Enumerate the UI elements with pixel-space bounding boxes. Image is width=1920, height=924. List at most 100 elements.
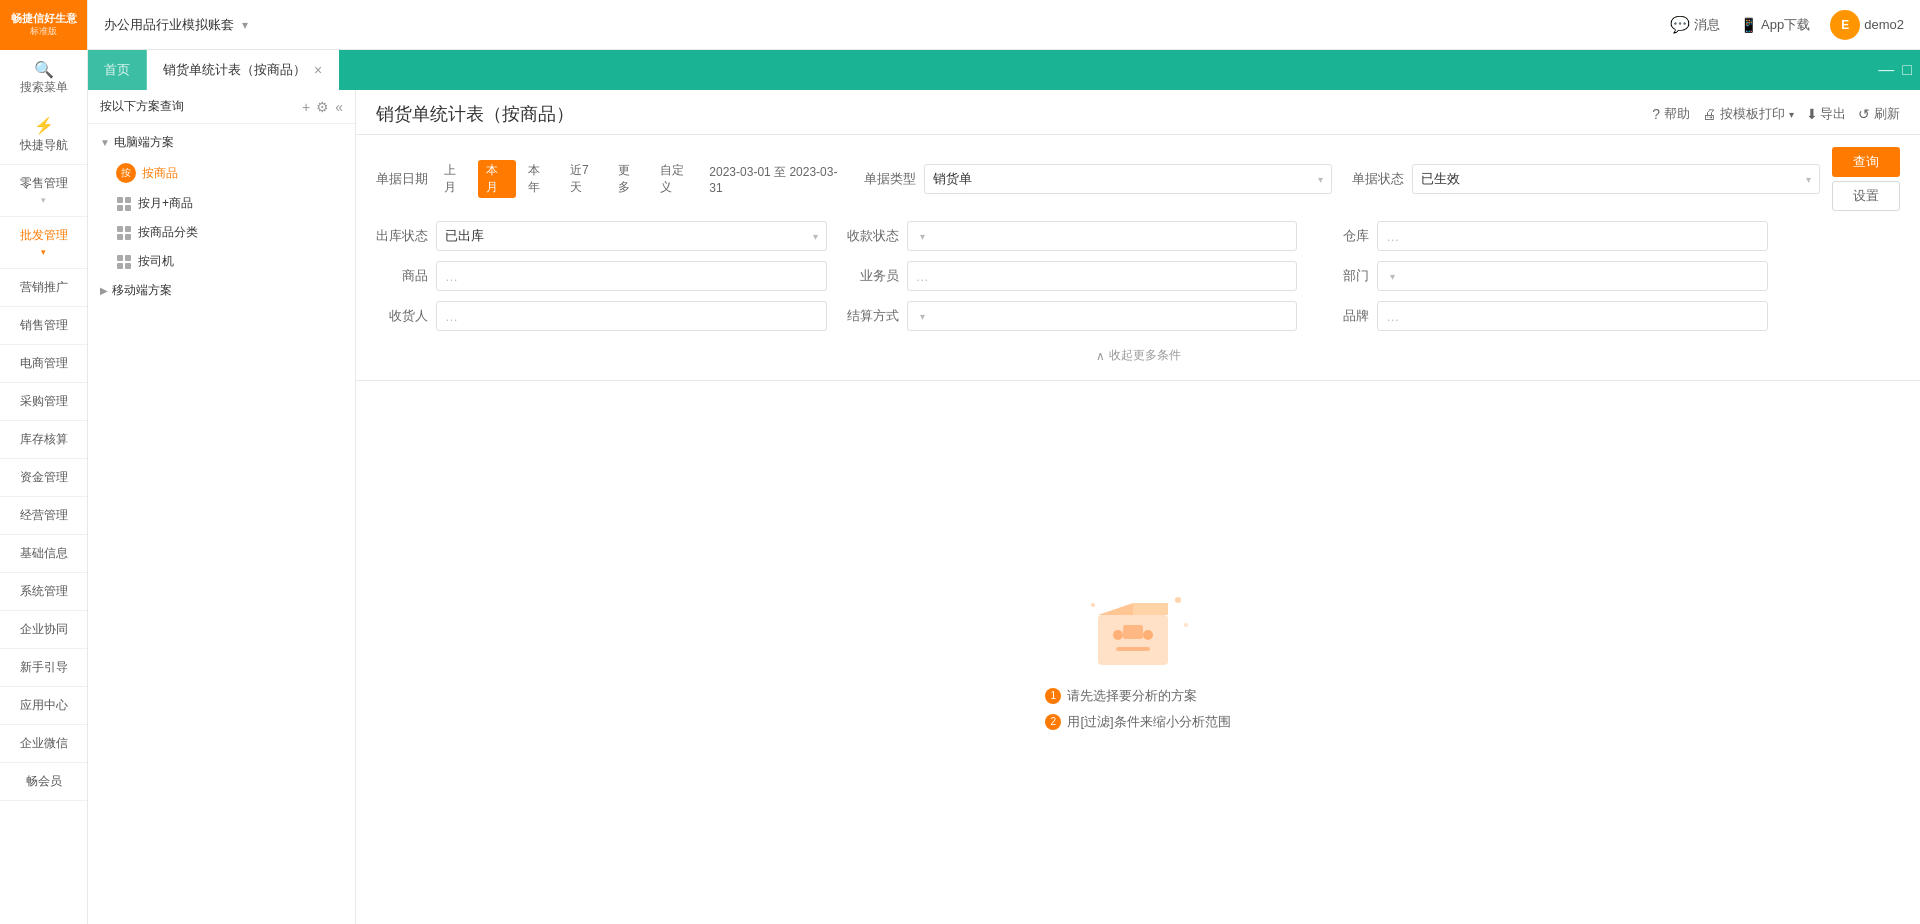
export-label: 导出 [1820, 105, 1846, 123]
step-2-number: 2 [1045, 714, 1061, 730]
tree-desktop-parent[interactable]: ▼ 电脑端方案 [88, 128, 355, 157]
tab-maximize-icon[interactable]: □ [1902, 61, 1912, 79]
by-category-icon [116, 225, 132, 241]
svg-rect-9 [125, 255, 131, 261]
sidebar-item-enterprise[interactable]: 企业协同 [0, 611, 87, 649]
sidebar-item-newbie[interactable]: 新手引导 [0, 649, 87, 687]
department-input[interactable]: ▾ [1377, 261, 1768, 291]
app-logo[interactable]: 畅捷信好生意 标准版 [0, 0, 87, 50]
sidebar-item-appcenter[interactable]: 应用中心 [0, 687, 87, 725]
sidebar-item-operations[interactable]: 经营管理 [0, 497, 87, 535]
sidebar-item-finance[interactable]: 资金管理 [0, 459, 87, 497]
brand-input[interactable]: … [1377, 301, 1768, 331]
payment-input[interactable]: ▾ [907, 221, 1298, 251]
step-2-text: 用[过滤]条件来缩小分析范围 [1067, 713, 1230, 731]
retail-label: 零售管理 [4, 175, 83, 192]
doc-type-input[interactable]: 销货单 ▾ [924, 164, 1332, 194]
help-btn[interactable]: ? 帮助 [1652, 105, 1690, 123]
salesperson-placeholder: … [916, 269, 929, 284]
stock-out-input[interactable]: 已出库 ▾ [436, 221, 827, 251]
industry-dropdown-icon[interactable]: ▾ [242, 18, 248, 32]
date-tab-more[interactable]: 更多 [610, 160, 648, 198]
sidebar-item-corpwechat[interactable]: 企业微信 [0, 725, 87, 763]
salesperson-input[interactable]: … [907, 261, 1298, 291]
newbie-label: 新手引导 [4, 659, 83, 676]
sidebar-item-member[interactable]: 畅会员 [0, 763, 87, 801]
step-1-text: 请先选择要分析的方案 [1067, 687, 1197, 705]
date-tab-this-month[interactable]: 本月 [478, 160, 516, 198]
doc-status-input[interactable]: 已生效 ▾ [1412, 164, 1820, 194]
doc-status-value: 已生效 [1421, 170, 1802, 188]
sidebar-item-system[interactable]: 系统管理 [0, 573, 87, 611]
date-tab-this-year[interactable]: 本年 [520, 160, 558, 198]
product-input[interactable]: … [436, 261, 827, 291]
settings-button[interactable]: 设置 [1832, 181, 1900, 211]
tab-close-icon[interactable]: × [314, 62, 322, 78]
department-label: 部门 [1317, 267, 1377, 285]
tree-child-by-category[interactable]: 按商品分类 [88, 218, 355, 247]
left-panel-title: 按以下方案查询 [100, 98, 184, 115]
add-plan-btn[interactable]: + [302, 99, 310, 115]
sidebar-item-quicknav[interactable]: ⚡ 快捷导航 [0, 106, 87, 165]
warehouse-input[interactable]: … [1377, 221, 1768, 251]
tree-child-by-cashier[interactable]: 按司机 [88, 247, 355, 276]
basic-label: 基础信息 [4, 545, 83, 562]
inventory-label: 库存核算 [4, 431, 83, 448]
filter-row-1: 单据日期 上月 本月 本年 近7天 更多 自定义 2023-03-01 至 20… [376, 147, 1900, 211]
tree-child-by-month-product[interactable]: 按月+商品 [88, 189, 355, 218]
filter-group-doc-type: 单据类型 销货单 ▾ [864, 164, 1332, 194]
sidebar-item-purchase[interactable]: 采购管理 [0, 383, 87, 421]
sidebar-search[interactable]: 🔍 搜索菜单 [0, 50, 87, 106]
settings-plan-btn[interactable]: ⚙ [316, 99, 329, 115]
sidebar-item-ecommerce[interactable]: 电商管理 [0, 345, 87, 383]
svg-rect-1 [125, 197, 131, 203]
svg-marker-13 [1098, 603, 1133, 615]
tree-child-by-product[interactable]: 按 按商品 [88, 157, 355, 189]
consignee-input[interactable]: … [436, 301, 827, 331]
tab-sales-stats[interactable]: 销货单统计表（按商品） × [147, 50, 339, 90]
stock-out-label: 出库状态 [376, 227, 436, 245]
svg-rect-3 [125, 205, 131, 211]
date-tab-custom[interactable]: 自定义 [652, 160, 701, 198]
left-panel: 按以下方案查询 + ⚙ « ▼ 电脑端方案 按 按商品 [88, 90, 356, 924]
filter-group-warehouse: 仓库 … [1317, 221, 1768, 251]
sidebar-item-basic[interactable]: 基础信息 [0, 535, 87, 573]
sidebar-item-sales[interactable]: 销售管理 [0, 307, 87, 345]
sidebar-item-inventory[interactable]: 库存核算 [0, 421, 87, 459]
tab-home[interactable]: 首页 [88, 50, 147, 90]
empty-illustration [1078, 575, 1198, 675]
product-placeholder: … [445, 269, 458, 284]
tab-sales-stats-label: 销货单统计表（按商品） [163, 61, 306, 79]
message-btn[interactable]: 💬 消息 [1670, 15, 1720, 34]
by-cashier-icon [116, 254, 132, 270]
svg-point-19 [1175, 597, 1181, 603]
collapse-row: ∧ 收起更多条件 [376, 341, 1900, 368]
settlement-input[interactable]: ▾ [907, 301, 1298, 331]
user-menu[interactable]: E demo2 [1830, 10, 1904, 40]
warehouse-label: 仓库 [1317, 227, 1377, 245]
app-download-btn[interactable]: 📱 App下载 [1740, 16, 1810, 34]
svg-rect-2 [117, 205, 123, 211]
query-button[interactable]: 查询 [1832, 147, 1900, 177]
export-btn[interactable]: ⬇ 导出 [1806, 105, 1846, 123]
tree-mobile-parent[interactable]: ▶ 移动端方案 [88, 276, 355, 305]
refresh-btn[interactable]: ↺ 刷新 [1858, 105, 1900, 123]
tab-minimize-icon[interactable]: — [1878, 61, 1894, 79]
date-range-value[interactable]: 2023-03-01 至 2023-03-31 [709, 164, 844, 195]
doc-status-arrow-icon: ▾ [1806, 174, 1811, 185]
collapse-button[interactable]: ∧ 收起更多条件 [1096, 347, 1181, 364]
collapse-panel-btn[interactable]: « [335, 99, 343, 115]
print-dropdown-icon[interactable]: ▾ [1789, 109, 1794, 120]
export-icon: ⬇ [1806, 106, 1818, 122]
print-icon: 🖨 [1702, 106, 1716, 122]
filter-group-doc-status: 单据状态 已生效 ▾ [1352, 164, 1820, 194]
empty-step-1: 1 请先选择要分析的方案 [1045, 687, 1230, 705]
date-tab-last-7[interactable]: 近7天 [562, 160, 606, 198]
sidebar-item-marketing[interactable]: 营销推广 [0, 269, 87, 307]
sidebar-item-wholesale[interactable]: 批发管理 ▾ [0, 217, 87, 269]
date-tab-last-month[interactable]: 上月 [436, 160, 474, 198]
quicknav-label: 快捷导航 [4, 137, 83, 154]
sidebar-item-retail[interactable]: 零售管理 ▾ [0, 165, 87, 217]
content-area: 按以下方案查询 + ⚙ « ▼ 电脑端方案 按 按商品 [88, 90, 1920, 924]
print-btn[interactable]: 🖨 按模板打印 ▾ [1702, 105, 1794, 123]
